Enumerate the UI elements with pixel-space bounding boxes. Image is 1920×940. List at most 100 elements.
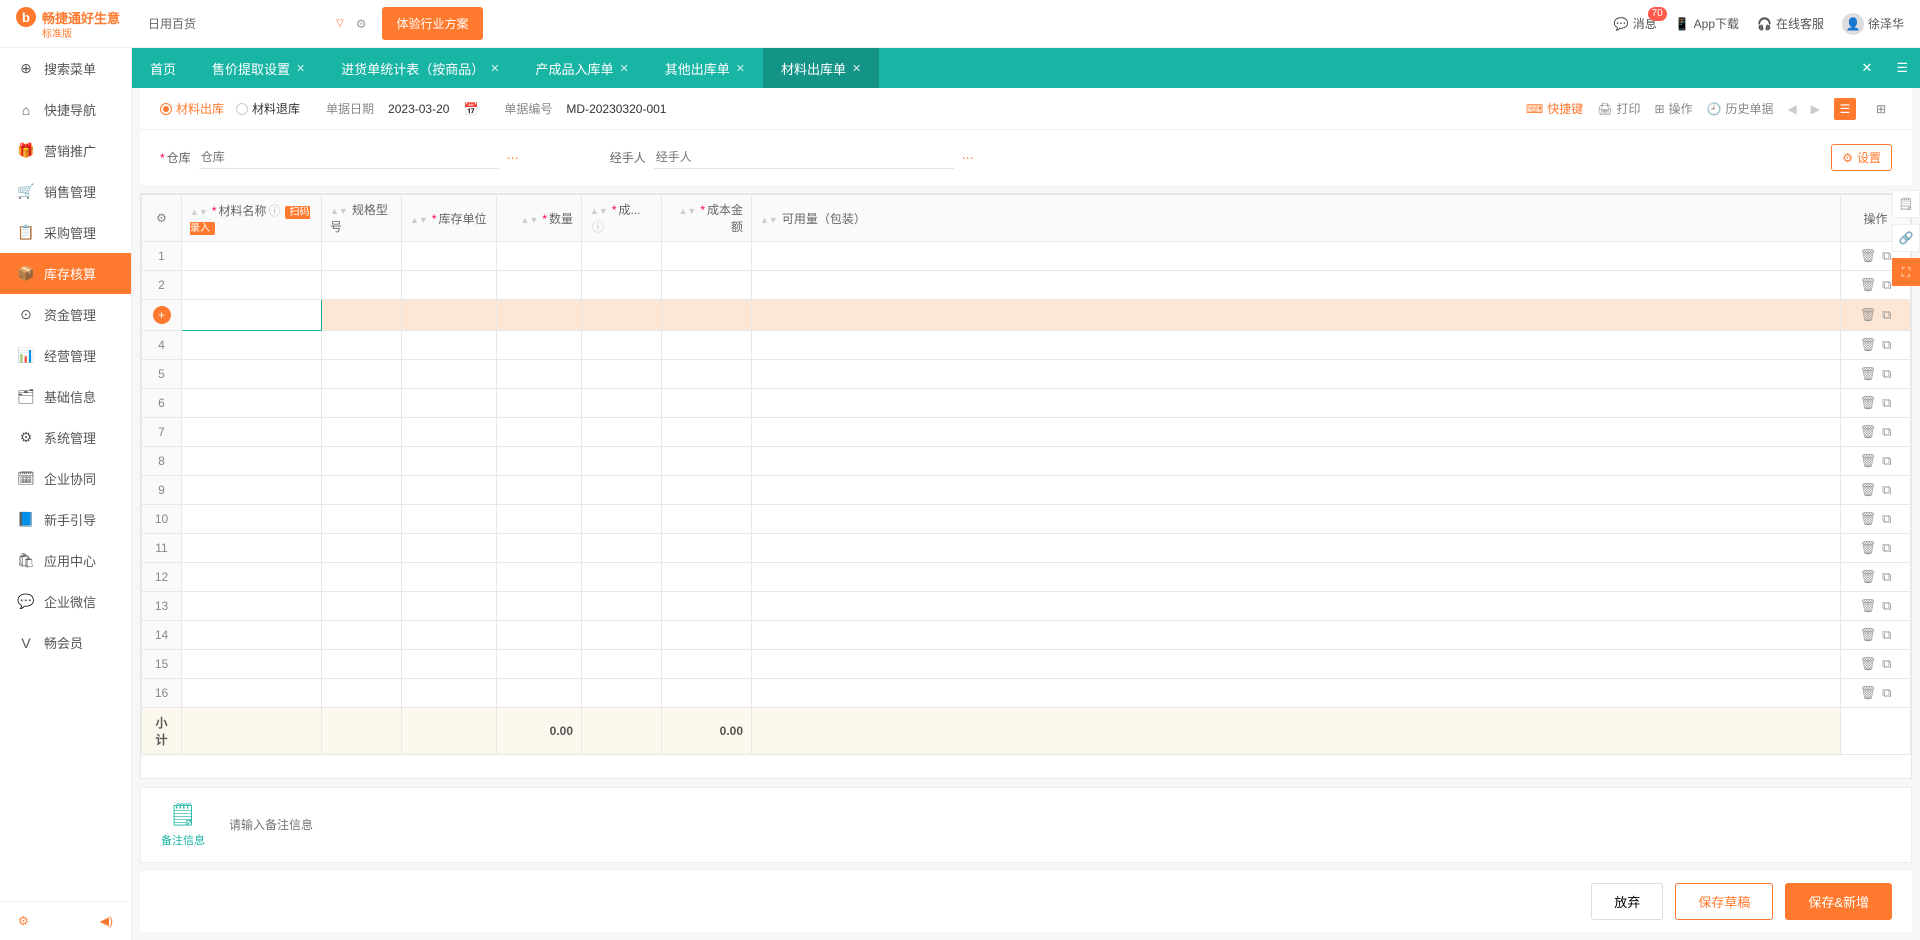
col-gear[interactable]: ⚙ [142,195,182,242]
radio-material-return[interactable]: 材料退库 [236,100,300,117]
rail-link-button[interactable]: 🔗 [1892,224,1920,252]
sidebar-item[interactable]: V畅会员 [0,622,131,663]
user-menu[interactable]: 👤 徐泽华 [1842,13,1904,35]
date-value[interactable]: 2023-03-20 [388,102,449,116]
tab[interactable]: 进货单统计表（按商品）✕ [323,48,517,88]
sidebar-item[interactable]: ⊕搜索菜单 [0,48,131,89]
sidebar-item[interactable]: 🗓企业协同 [0,458,131,499]
delete-row-icon[interactable]: 🗑 [1860,337,1877,352]
next-button[interactable]: ▶ [1811,102,1820,116]
delete-row-icon[interactable]: 🗑 [1860,395,1877,410]
col-qty[interactable]: ▲▼*数量 [497,195,582,242]
sidebar-item[interactable]: 🗂基础信息 [0,376,131,417]
sidebar-item[interactable]: 📊经营管理 [0,335,131,376]
handler-lookup-icon[interactable]: ⋯ [962,151,975,165]
calendar-icon[interactable]: 📅 [463,102,478,116]
tab-menu[interactable]: ☰ [1884,60,1920,76]
view-card-button[interactable]: ⊞ [1870,98,1892,120]
tab-close-icon[interactable]: ✕ [852,62,861,75]
copy-row-icon[interactable]: ⧉ [1882,307,1891,322]
tab-close-icon[interactable]: ✕ [296,62,305,75]
sidebar-collapse-icon[interactable]: ◀) [100,914,113,928]
tab-close-icon[interactable]: ✕ [490,62,499,75]
copy-row-icon[interactable]: ⧉ [1882,453,1891,468]
copy-row-icon[interactable]: ⧉ [1882,598,1891,613]
tab-close-icon[interactable]: ✕ [736,62,745,75]
logo[interactable]: b 畅捷通好生意 标准版 [16,7,132,40]
add-row-button[interactable]: + [142,300,182,331]
delete-row-icon[interactable]: 🗑 [1860,656,1877,671]
save-draft-button[interactable]: 保存草稿 [1675,883,1773,920]
sidebar-settings-icon[interactable]: ⚙ [18,914,29,928]
tab[interactable]: 产成品入库单✕ [517,48,646,88]
copy-row-icon[interactable]: ⧉ [1882,627,1891,642]
handler-input[interactable] [654,146,954,169]
rail-expand-button[interactable]: ⛶ [1892,258,1920,286]
operate-button[interactable]: ⊞操作 [1654,100,1692,117]
active-cell[interactable] [182,300,322,331]
copy-row-icon[interactable]: ⧉ [1882,248,1891,263]
delete-row-icon[interactable]: 🗑 [1860,511,1877,526]
col-unit[interactable]: ▲▼*库存单位 [402,195,497,242]
sidebar-item[interactable]: 📘新手引导 [0,499,131,540]
discard-button[interactable]: 放弃 [1591,883,1663,920]
delete-row-icon[interactable]: 🗑 [1860,569,1877,584]
col-cost[interactable]: ▲▼*成... ⓘ [582,195,662,242]
sidebar-item[interactable]: 🎁营销推广 [0,130,131,171]
delete-row-icon[interactable]: 🗑 [1860,482,1877,497]
column-settings-button[interactable]: ⚙设置 [1831,144,1892,171]
copy-row-icon[interactable]: ⧉ [1882,337,1891,352]
try-industry-button[interactable]: 体验行业方案 [382,7,482,40]
warehouse-input[interactable] [199,146,499,169]
shortcut-button[interactable]: ⌨快捷键 [1526,100,1583,117]
sidebar-item[interactable]: ⌂快捷导航 [0,89,131,130]
delete-row-icon[interactable]: 🗑 [1860,307,1877,322]
delete-row-icon[interactable]: 🗑 [1860,277,1877,292]
radio-material-out[interactable]: 材料出库 [160,100,224,117]
remarks-input[interactable] [221,810,1891,840]
print-button[interactable]: 🖨打印 [1597,100,1640,117]
copy-row-icon[interactable]: ⧉ [1882,511,1891,526]
category-select[interactable]: 日用百货 ▽ [148,15,344,32]
col-available[interactable]: ▲▼可用量（包装） [752,195,1841,242]
sidebar-item[interactable]: 🛍应用中心 [0,540,131,581]
save-new-button[interactable]: 保存&新增 [1785,883,1892,920]
copy-row-icon[interactable]: ⧉ [1882,482,1891,497]
col-material-name[interactable]: ▲▼*材料名称ⓘ扫码录入 [182,195,322,242]
rail-note-button[interactable]: 🗒 [1892,190,1920,218]
delete-row-icon[interactable]: 🗑 [1860,453,1877,468]
copy-row-icon[interactable]: ⧉ [1882,395,1891,410]
sidebar-item[interactable]: 📦库存核算 [0,253,131,294]
col-spec[interactable]: ▲▼规格型号 [322,195,402,242]
sidebar-item[interactable]: 💬企业微信 [0,581,131,622]
sidebar-item[interactable]: ⊙资金管理 [0,294,131,335]
tab[interactable]: 材料出库单✕ [763,48,879,88]
delete-row-icon[interactable]: 🗑 [1860,366,1877,381]
delete-row-icon[interactable]: 🗑 [1860,598,1877,613]
app-download-button[interactable]: 📱 App下载 [1675,15,1739,32]
copy-row-icon[interactable]: ⧉ [1882,569,1891,584]
tab[interactable]: 其他出库单✕ [647,48,763,88]
category-settings-icon[interactable]: ⚙ [356,17,367,31]
copy-row-icon[interactable]: ⧉ [1882,366,1891,381]
view-list-button[interactable]: ☰ [1834,98,1856,120]
warehouse-lookup-icon[interactable]: ⋯ [507,151,520,165]
delete-row-icon[interactable]: 🗑 [1860,424,1877,439]
tab-close-current[interactable]: ✕ [1849,60,1884,76]
delete-row-icon[interactable]: 🗑 [1860,248,1877,263]
sidebar-item[interactable]: 📋采购管理 [0,212,131,253]
delete-row-icon[interactable]: 🗑 [1860,627,1877,642]
copy-row-icon[interactable]: ⧉ [1882,685,1891,700]
sidebar-item[interactable]: 🛒销售管理 [0,171,131,212]
prev-button[interactable]: ◀ [1788,102,1797,116]
col-amount[interactable]: ▲▼*成本金额 [662,195,752,242]
copy-row-icon[interactable]: ⧉ [1882,277,1891,292]
copy-row-icon[interactable]: ⧉ [1882,424,1891,439]
delete-row-icon[interactable]: 🗑 [1860,685,1877,700]
messages-button[interactable]: 💬 消息 70 [1614,15,1657,32]
tab[interactable]: 首页 [132,48,194,88]
history-button[interactable]: 🕘历史单据 [1707,100,1774,117]
support-button[interactable]: 🎧 在线客服 [1757,15,1824,32]
delete-row-icon[interactable]: 🗑 [1860,540,1877,555]
copy-row-icon[interactable]: ⧉ [1882,656,1891,671]
